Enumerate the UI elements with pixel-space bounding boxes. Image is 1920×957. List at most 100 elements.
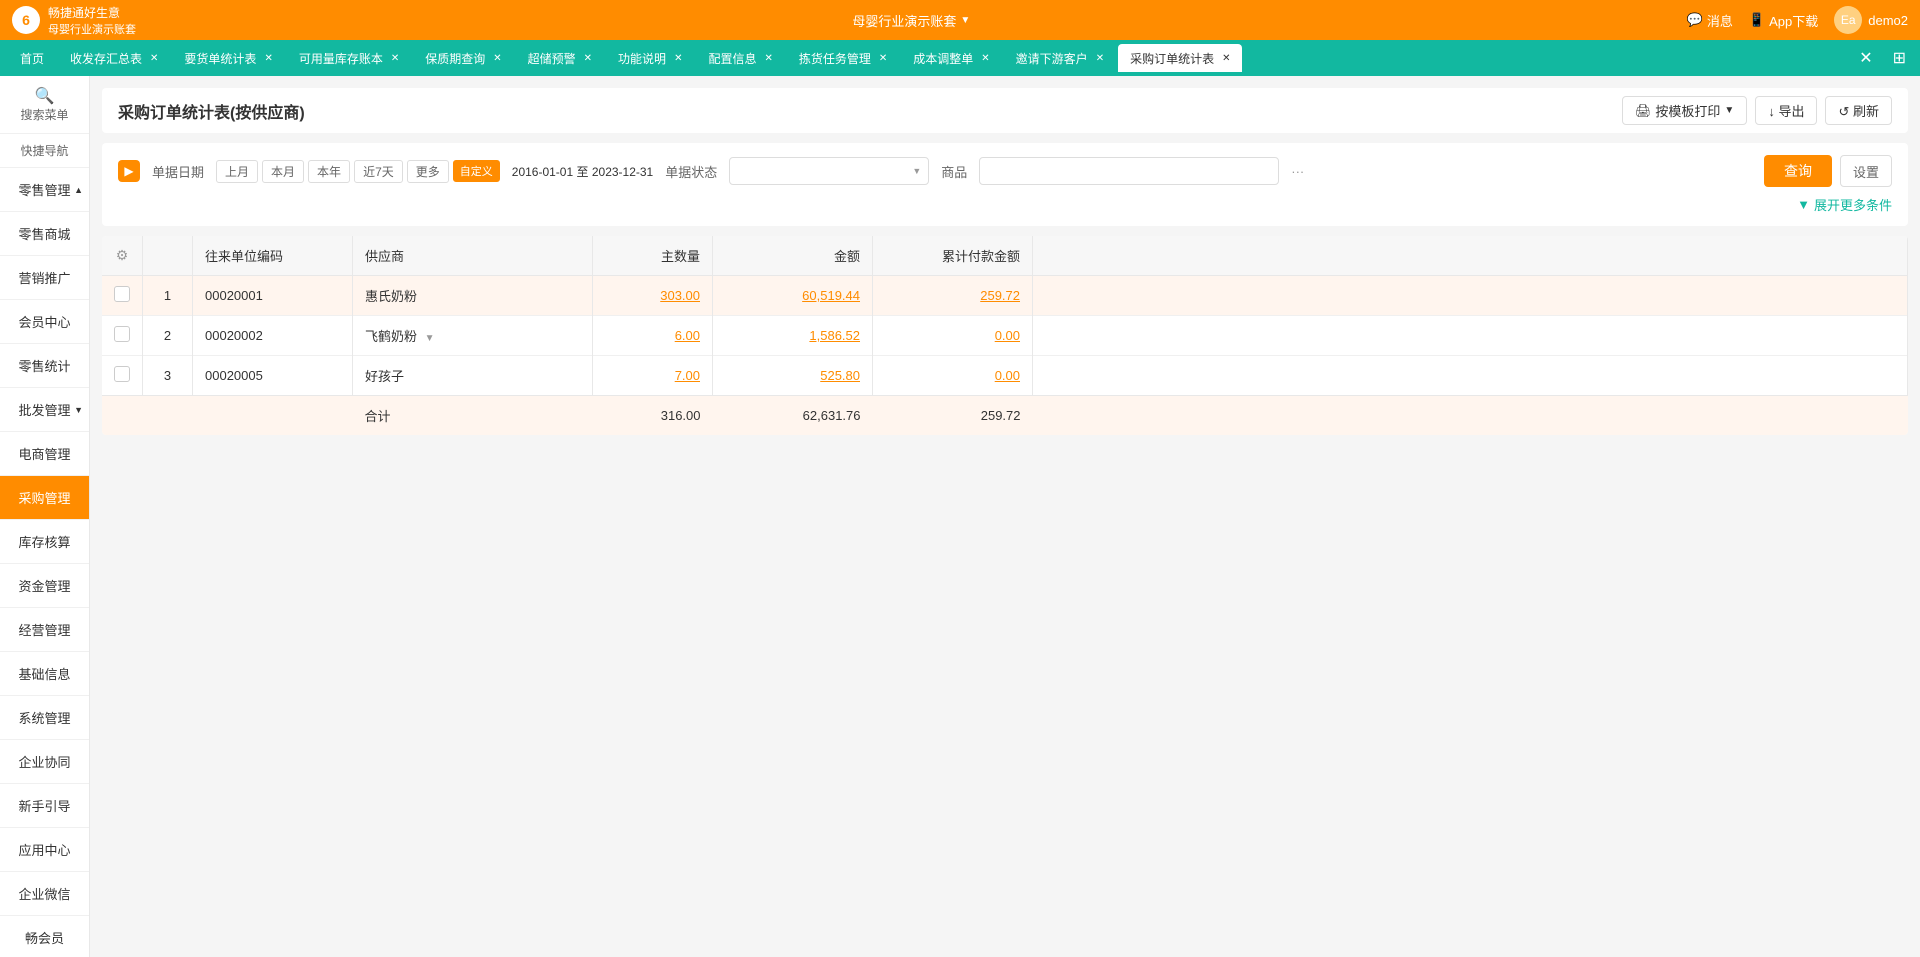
col-header-amount[interactable]: 金额 — [713, 236, 873, 276]
tab-end-actions: ✕ ⊞ — [1853, 46, 1912, 70]
close-tab-shoufazhui[interactable]: ✕ — [150, 53, 158, 64]
tab-tuhuo[interactable]: 拣货任务管理 ✕ — [787, 44, 899, 72]
row2-supplier: 飞鹤奶粉 ▼ — [353, 316, 593, 356]
expand-filter-btn[interactable]: ▼ 展开更多条件 — [1797, 195, 1892, 214]
col-header-qty[interactable]: 主数量 — [593, 236, 713, 276]
row2-amount-link[interactable]: 1,586.52 — [809, 328, 860, 343]
query-button[interactable]: 查询 — [1764, 155, 1832, 187]
sidebar-item-batch[interactable]: 批发管理 — [0, 388, 89, 432]
tab-yaoqing[interactable]: 邀请下游客户 ✕ — [1004, 44, 1116, 72]
row2-code: 00020002 — [193, 316, 353, 356]
row2-dropdown-icon[interactable]: ▼ — [425, 333, 435, 344]
goods-input[interactable] — [979, 157, 1279, 185]
close-tab-baoguan[interactable]: ✕ — [493, 53, 501, 64]
sidebar-item-retail-shop[interactable]: 零售商城 — [0, 212, 89, 256]
row3-qty: 7.00 — [593, 356, 713, 396]
sidebar-item-finance[interactable]: 资金管理 — [0, 564, 89, 608]
tab-gongneng[interactable]: 功能说明 ✕ — [606, 44, 694, 72]
status-select[interactable] — [729, 157, 929, 185]
print-icon: 🖨 — [1635, 103, 1652, 119]
col-header-supplier[interactable]: 供应商 — [353, 236, 593, 276]
sidebar-item-appcenter[interactable]: 应用中心 — [0, 828, 89, 872]
footer-label — [193, 396, 353, 436]
app-download-btn[interactable]: 📱 App下载 — [1749, 11, 1818, 30]
refresh-button[interactable]: ↺ 刷新 — [1825, 96, 1892, 125]
column-settings-icon[interactable]: ⚙ — [116, 247, 129, 263]
row1-amount: 60,519.44 — [713, 276, 873, 316]
sidebar-item-enterprise[interactable]: 企业协同 — [0, 740, 89, 784]
sidebar-item-marketing[interactable]: 营销推广 — [0, 256, 89, 300]
close-tab-caigou[interactable]: ✕ — [1222, 53, 1230, 64]
tab-chenbentiaoz[interactable]: 成本调整单 ✕ — [901, 44, 1001, 72]
sidebar-item-retail[interactable]: 零售管理 — [0, 168, 89, 212]
row3-amount-link[interactable]: 525.80 — [820, 368, 860, 383]
close-tab-yaoqing[interactable]: ✕ — [1096, 53, 1104, 64]
print-button[interactable]: 🖨 按模板打印 ▼ — [1622, 96, 1747, 125]
tab-yaohuodanjitong[interactable]: 要货单统计表 ✕ — [172, 44, 284, 72]
tab-home[interactable]: 首页 — [8, 44, 56, 72]
date-btn-7days[interactable]: 近7天 — [354, 160, 403, 183]
row1-qty-link[interactable]: 303.00 — [660, 288, 700, 303]
close-tab-chenbentiaoz[interactable]: ✕ — [981, 53, 989, 64]
expand-icon: ▼ — [1797, 197, 1810, 212]
sidebar-search[interactable]: 🔍 搜索菜单 — [0, 76, 89, 134]
row3-paid-link[interactable]: 0.00 — [995, 368, 1020, 383]
checkbox-row3[interactable] — [114, 366, 130, 382]
row3-qty-link[interactable]: 7.00 — [675, 368, 700, 383]
data-table: ⚙ 往来单位编码 供应商 主数量 金额 累计付款金额 1 — [102, 236, 1908, 435]
tab-keyongliang[interactable]: 可用量库存账本 ✕ — [287, 44, 411, 72]
sidebar-item-system[interactable]: 系统管理 — [0, 696, 89, 740]
sidebar-item-member[interactable]: 会员中心 — [0, 300, 89, 344]
row1-paid-link[interactable]: 259.72 — [980, 288, 1020, 303]
checkbox-row2[interactable] — [114, 326, 130, 342]
close-tab-peizhi[interactable]: ✕ — [764, 53, 772, 64]
row1-amount-link[interactable]: 60,519.44 — [802, 288, 860, 303]
expand-tabs-btn[interactable]: ⊞ — [1887, 46, 1912, 70]
sidebar-item-newguide[interactable]: 新手引导 — [0, 784, 89, 828]
status-filter-label: 单据状态 — [665, 162, 717, 181]
tab-peizhi[interactable]: 配置信息 ✕ — [696, 44, 784, 72]
col-header-code[interactable]: 往来单位编码 — [193, 236, 353, 276]
date-btn-more[interactable]: 更多 — [407, 160, 449, 183]
footer-qty: 316.00 — [593, 396, 713, 436]
sidebar-item-inventory[interactable]: 库存核算 — [0, 520, 89, 564]
sidebar-item-wechat[interactable]: 企业微信 — [0, 872, 89, 916]
row2-qty-link[interactable]: 6.00 — [675, 328, 700, 343]
row2-extra — [1033, 316, 1908, 356]
date-btn-last-month[interactable]: 上月 — [216, 160, 258, 183]
tab-caigou-active[interactable]: 采购订单统计表 ✕ — [1118, 44, 1242, 72]
goods-filter-label: 商品 — [941, 162, 967, 181]
filter-settings-button[interactable]: 设置 — [1840, 155, 1892, 187]
sidebar-item-ecommerce[interactable]: 电商管理 — [0, 432, 89, 476]
row3-extra — [1033, 356, 1908, 396]
sidebar-item-purchase[interactable]: 采购管理 — [0, 476, 89, 520]
date-btn-this-year[interactable]: 本年 — [308, 160, 350, 183]
col-header-paid[interactable]: 累计付款金额 — [873, 236, 1033, 276]
message-btn[interactable]: 💬 消息 — [1687, 11, 1733, 30]
sidebar-quick-nav[interactable]: 快捷导航 — [0, 134, 89, 168]
close-tab-tuhuo[interactable]: ✕ — [879, 53, 887, 64]
checkbox-row1[interactable] — [114, 286, 130, 302]
row2-qty: 6.00 — [593, 316, 713, 356]
date-btn-custom[interactable]: 自定义 — [453, 160, 500, 182]
sidebar-item-basic[interactable]: 基础信息 — [0, 652, 89, 696]
tab-chaochuyujin[interactable]: 超储预警 ✕ — [516, 44, 604, 72]
close-tab-chaochuyujin[interactable]: ✕ — [584, 53, 592, 64]
filter-toggle-btn[interactable]: ▶ — [118, 160, 140, 182]
tab-shoufazhui[interactable]: 收发存汇总表 ✕ — [58, 44, 170, 72]
row3-check — [102, 356, 143, 396]
close-tab-keyongliang[interactable]: ✕ — [391, 53, 399, 64]
row2-paid-link[interactable]: 0.00 — [995, 328, 1020, 343]
brand-name: 畅捷通好生意 母婴行业演示账套 — [48, 4, 136, 37]
close-tab-yaohuodanjitong[interactable]: ✕ — [264, 53, 272, 64]
sidebar-item-operation[interactable]: 经营管理 — [0, 608, 89, 652]
close-tab-gongneng[interactable]: ✕ — [674, 53, 682, 64]
date-btn-this-month[interactable]: 本月 — [262, 160, 304, 183]
goods-more-btn[interactable]: ··· — [1291, 164, 1304, 179]
export-button[interactable]: ↓ 导出 — [1755, 96, 1817, 125]
user-info[interactable]: Ea demo2 — [1834, 6, 1908, 34]
close-all-tabs-btn[interactable]: ✕ — [1853, 46, 1878, 70]
sidebar-item-vip[interactable]: 畅会员 — [0, 916, 89, 957]
tab-baoguan[interactable]: 保质期查询 ✕ — [413, 44, 513, 72]
sidebar-item-retail-stat[interactable]: 零售统计 — [0, 344, 89, 388]
